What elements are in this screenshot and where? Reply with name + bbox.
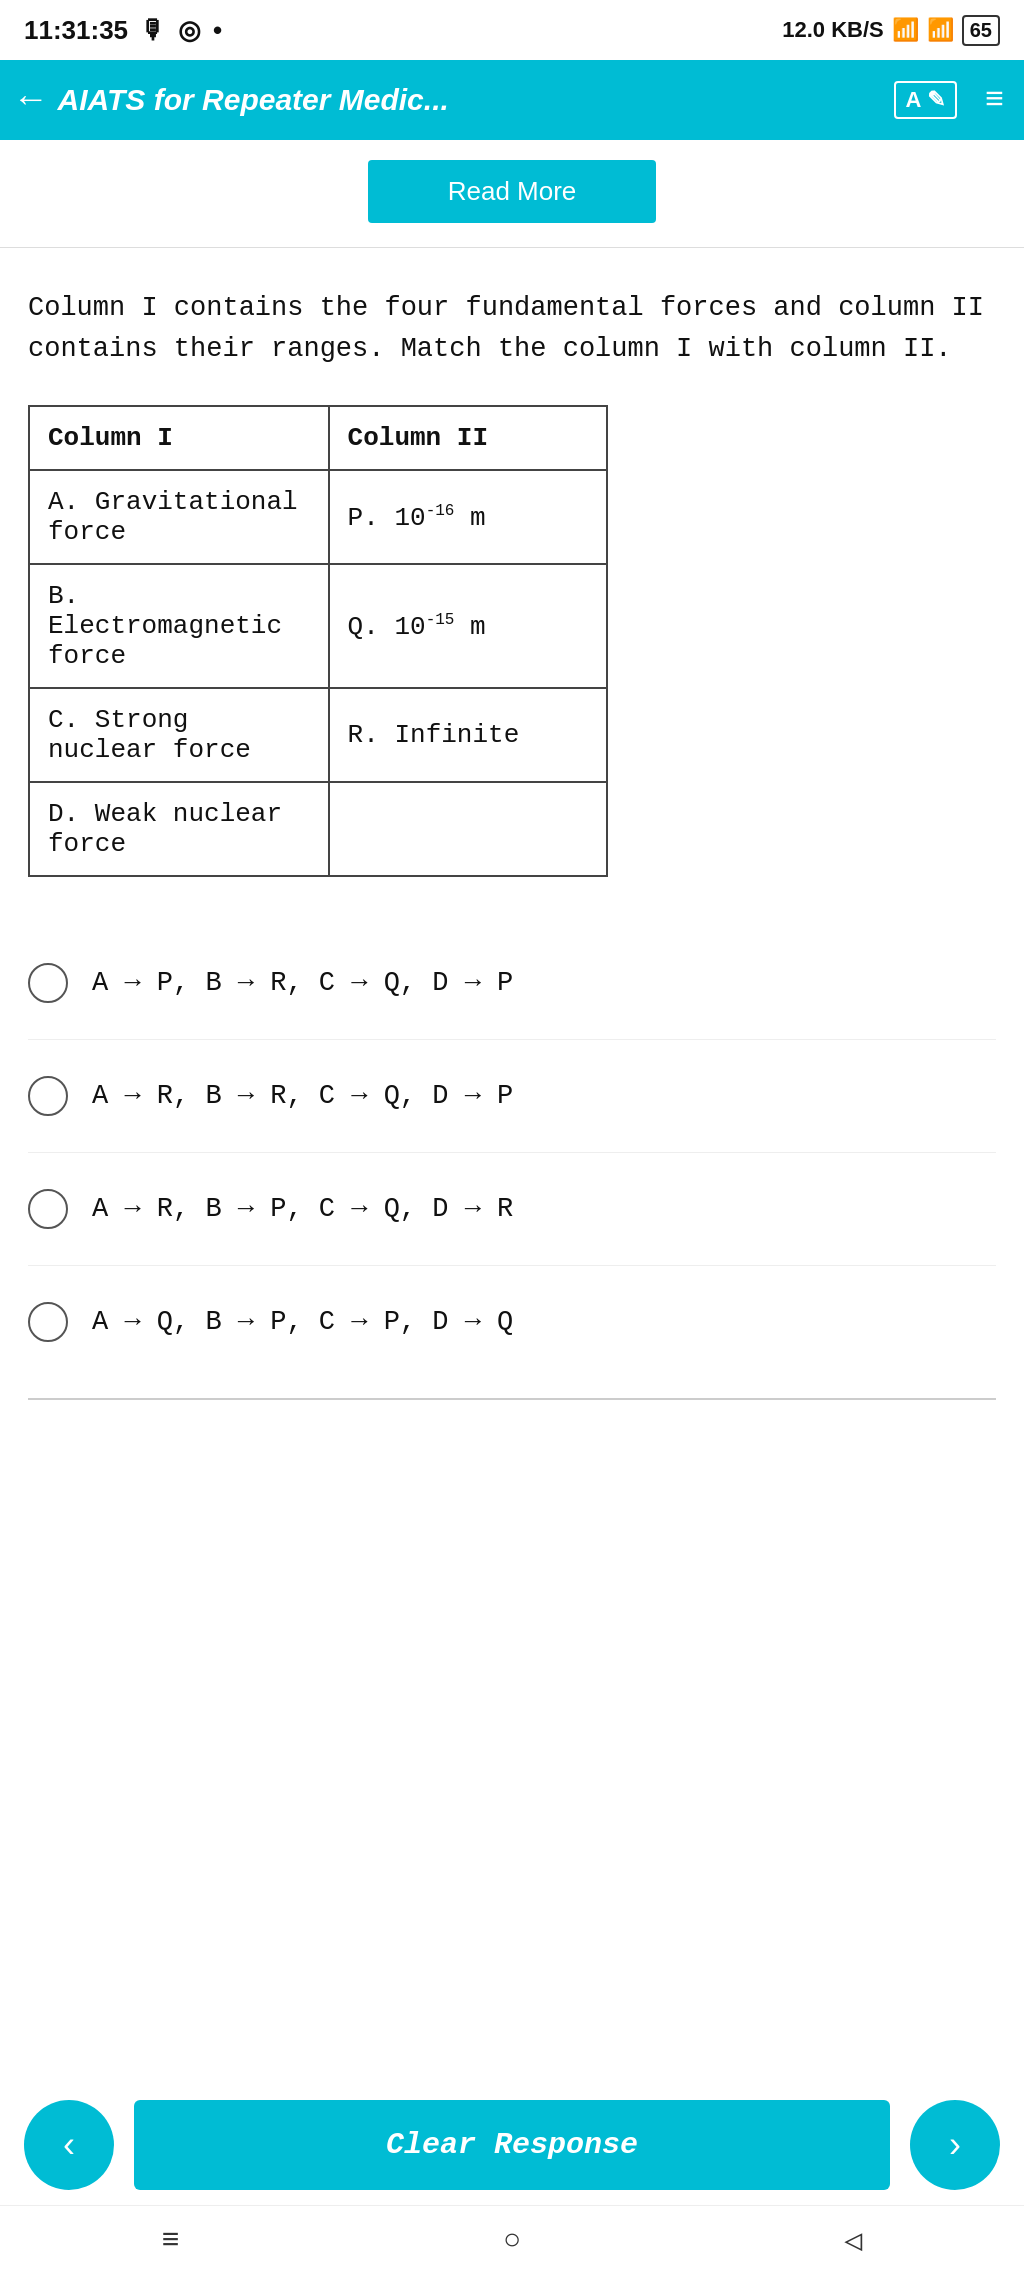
option-3-text: A → R, B → P, C → Q, D → R — [92, 1194, 513, 1224]
sys-back-icon[interactable]: ◁ — [844, 2222, 862, 2259]
table-row: B. Electromagnetic force Q. 10-15 m — [29, 564, 607, 688]
battery: 65 — [962, 15, 1000, 46]
question-text: Column I contains the four fundamental f… — [28, 288, 996, 369]
row2-col2-label: Q. — [348, 611, 379, 641]
prev-button[interactable]: ‹ — [24, 2100, 114, 2190]
main-content: Column I contains the four fundamental f… — [0, 248, 1024, 1600]
status-bar: 11:31:35 🎙 ◎ • 12.0 KB/S 📶 📶 65 — [0, 0, 1024, 60]
sys-menu-icon[interactable]: ≡ — [162, 2224, 180, 2258]
table-row: D. Weak nuclear force — [29, 782, 607, 876]
status-right: 12.0 KB/S 📶 📶 65 — [782, 15, 1000, 46]
row4-col1-value: Weak nuclear force — [48, 799, 282, 859]
row1-col1-label: A. — [48, 487, 79, 517]
option-2[interactable]: A → R, B → R, C → Q, D → P — [28, 1040, 996, 1153]
clear-response-button[interactable]: Clear Response — [134, 2100, 890, 2190]
row2-col1-label: B. — [48, 581, 79, 611]
option-3[interactable]: A → R, B → P, C → Q, D → R — [28, 1153, 996, 1266]
wifi-icon: 📶 — [892, 17, 919, 43]
table-row: A. Gravitational force P. 10-16 m — [29, 470, 607, 564]
nav-bar: ← AIATS for Repeater Medic... A ✎ ≡ — [0, 60, 1024, 140]
whatsapp-icon: ◎ — [178, 15, 201, 46]
menu-button[interactable]: ≡ — [985, 82, 1004, 119]
read-more-button[interactable]: Read More — [368, 160, 657, 223]
nav-title: AIATS for Repeater Medic... — [58, 83, 878, 117]
option-4[interactable]: A → Q, B → P, C → P, D → Q — [28, 1266, 996, 1378]
back-button[interactable]: ← — [20, 80, 42, 121]
options-section: A → P, B → R, C → Q, D → P A → R, B → R,… — [28, 927, 996, 1378]
match-table: Column I Column II A. Gravitational forc… — [28, 405, 608, 877]
table-row: C. Strong nuclear force R. Infinite — [29, 688, 607, 782]
radio-3[interactable] — [28, 1189, 68, 1229]
row2-col1-value: Electromagnetic force — [48, 611, 282, 671]
row3-col1-value: Strong nuclear force — [48, 705, 251, 765]
col2-header: Column II — [329, 406, 607, 470]
signal-icon: 📶 — [927, 17, 954, 43]
speed: 12.0 KB/S — [782, 17, 884, 43]
time: 11:31:35 — [24, 15, 128, 46]
radio-2[interactable] — [28, 1076, 68, 1116]
option-4-text: A → Q, B → P, C → P, D → Q — [92, 1307, 513, 1337]
row4-col1-label: D. — [48, 799, 79, 829]
option-2-text: A → R, B → R, C → Q, D → P — [92, 1081, 513, 1111]
system-nav: ≡ ○ ◁ — [0, 2205, 1024, 2275]
row3-col1-label: C. — [48, 705, 79, 735]
radio-1[interactable] — [28, 963, 68, 1003]
sys-home-icon[interactable]: ○ — [503, 2224, 521, 2258]
option-1-text: A → P, B → R, C → Q, D → P — [92, 968, 513, 998]
row1-col2-label: P. — [348, 502, 379, 532]
row3-col2-label: R. — [348, 720, 379, 750]
mic-icon: 🎙 — [140, 15, 166, 46]
row1-col1-value: Gravitational force — [48, 487, 298, 547]
col1-header: Column I — [29, 406, 329, 470]
separator — [28, 1398, 996, 1400]
next-button[interactable]: › — [910, 2100, 1000, 2190]
translate-button[interactable]: A ✎ — [894, 81, 957, 119]
dot-icon: • — [213, 15, 222, 46]
row3-col2-value: Infinite — [394, 720, 519, 750]
option-1[interactable]: A → P, B → R, C → Q, D → P — [28, 927, 996, 1040]
read-more-section: Read More — [0, 140, 1024, 248]
radio-4[interactable] — [28, 1302, 68, 1342]
status-left: 11:31:35 🎙 ◎ • — [24, 15, 222, 46]
bottom-nav: ‹ Clear Response › — [0, 2085, 1024, 2205]
